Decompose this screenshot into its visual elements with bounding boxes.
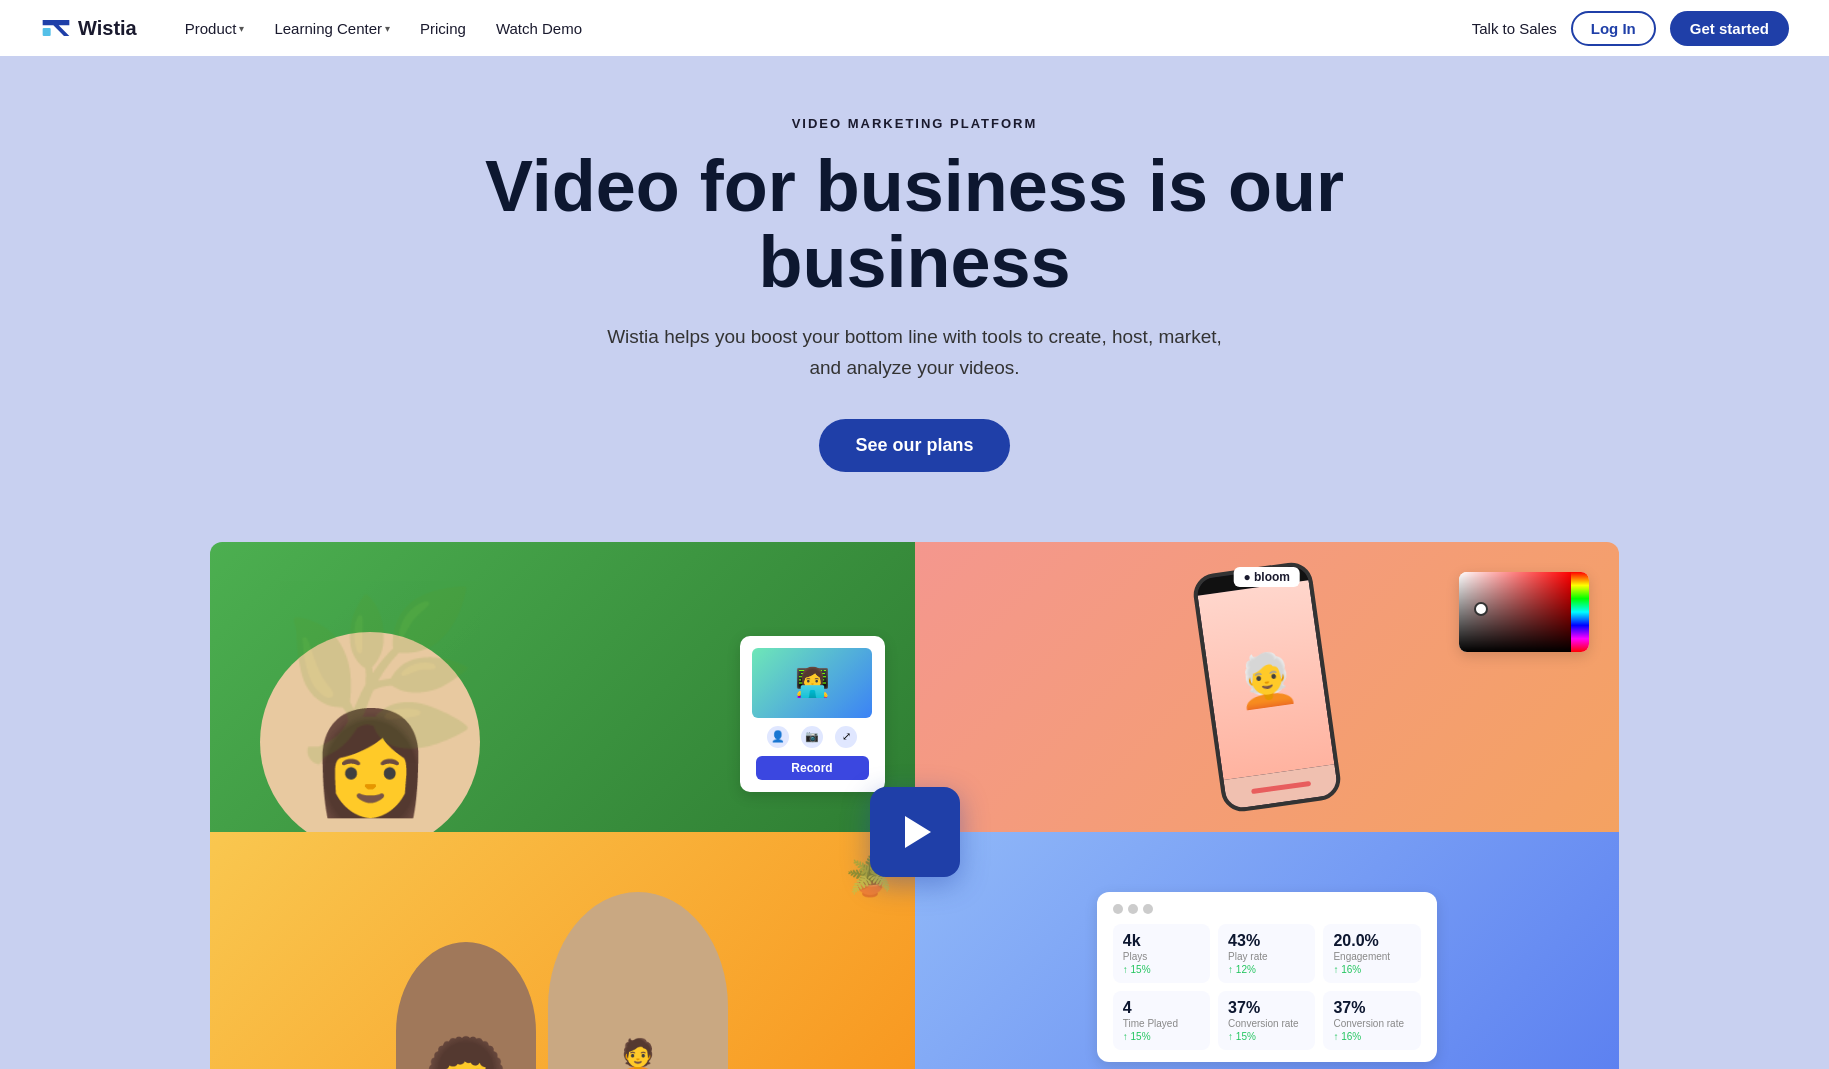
person-left: 👩‍🦱 bbox=[396, 942, 536, 1069]
window-dot-3 bbox=[1143, 904, 1153, 914]
analytics-grid: 4k Plays ↑ 15% 43% Play rate ↑ 12% 20.0%… bbox=[1113, 924, 1421, 1050]
stat-engagement-label: Engagement bbox=[1333, 951, 1410, 962]
stat-timeplayed-value: 4 bbox=[1123, 999, 1200, 1017]
person-circle: 👩 bbox=[260, 632, 480, 832]
stat-playrate: 43% Play rate ↑ 12% bbox=[1218, 924, 1315, 983]
nav-watch-demo[interactable]: Watch Demo bbox=[484, 12, 594, 45]
nav-pricing[interactable]: Pricing bbox=[408, 12, 478, 45]
expand-icon-btn[interactable]: ⤢ bbox=[835, 726, 857, 748]
hero-title: Video for business is our business bbox=[465, 149, 1365, 300]
stat-convrate1-change: ↑ 15% bbox=[1228, 1031, 1305, 1042]
stat-convrate1-value: 37% bbox=[1228, 999, 1305, 1017]
phone-body: 🧑‍🦳 bbox=[1191, 560, 1343, 814]
stat-timeplayed: 4 Time Played ↑ 15% bbox=[1113, 991, 1210, 1050]
chevron-down-icon: ▾ bbox=[239, 23, 244, 34]
play-button[interactable] bbox=[870, 787, 960, 877]
person-left-icon: 👩‍🦱 bbox=[416, 1042, 516, 1069]
window-dot-2 bbox=[1128, 904, 1138, 914]
logo-text: Wistia bbox=[78, 17, 137, 40]
collage-cell-topleft: 👩 🌿 👩‍💻 👤 📷 ⤢ Record bbox=[210, 542, 915, 832]
stat-plays-value: 4k bbox=[1123, 932, 1200, 950]
stat-playrate-label: Play rate bbox=[1228, 951, 1305, 962]
stat-plays-label: Plays bbox=[1123, 951, 1200, 962]
window-dot-1 bbox=[1113, 904, 1123, 914]
person-right: 🧍 bbox=[548, 892, 728, 1069]
people-scene: 👩‍🦱 🧍 bbox=[210, 832, 915, 1069]
stat-convrate2: 37% Conversion rate ↑ 16% bbox=[1323, 991, 1420, 1050]
chevron-down-icon: ▾ bbox=[385, 23, 390, 34]
logo[interactable]: Wistia bbox=[40, 17, 137, 40]
stat-timeplayed-label: Time Played bbox=[1123, 1018, 1200, 1029]
stat-plays-change: ↑ 15% bbox=[1123, 964, 1200, 975]
person-icon-btn[interactable]: 👤 bbox=[767, 726, 789, 748]
talk-to-sales-link[interactable]: Talk to Sales bbox=[1472, 20, 1557, 37]
record-button[interactable]: Record bbox=[756, 756, 869, 780]
nav-product[interactable]: Product ▾ bbox=[173, 12, 257, 45]
preview-person-icon: 👩‍💻 bbox=[795, 666, 830, 699]
collage-cell-topright: 🧑‍🦳 ● bloom bbox=[915, 542, 1620, 832]
person-right-icon: 🧍 bbox=[588, 1042, 688, 1069]
stat-timeplayed-change: ↑ 15% bbox=[1123, 1031, 1200, 1042]
svg-rect-0 bbox=[43, 28, 51, 36]
hero-eyebrow: VIDEO MARKETING PLATFORM bbox=[20, 116, 1809, 131]
get-started-button[interactable]: Get started bbox=[1670, 11, 1789, 46]
record-preview: 👩‍💻 bbox=[752, 648, 872, 718]
collage-cell-bottomright: 4k Plays ↑ 15% 43% Play rate ↑ 12% 20.0%… bbox=[915, 832, 1620, 1069]
phone-mockup: 🧑‍🦳 ● bloom bbox=[1167, 557, 1367, 817]
stat-engagement: 20.0% Engagement ↑ 16% bbox=[1323, 924, 1420, 983]
see-plans-button[interactable]: See our plans bbox=[819, 419, 1009, 472]
stat-convrate1: 37% Conversion rate ↑ 15% bbox=[1218, 991, 1315, 1050]
stat-plays: 4k Plays ↑ 15% bbox=[1113, 924, 1210, 983]
login-button[interactable]: Log In bbox=[1571, 11, 1656, 46]
nav-links: Product ▾ Learning Center ▾ Pricing Watc… bbox=[173, 12, 1472, 45]
play-triangle-icon bbox=[905, 816, 931, 848]
window-dots bbox=[1113, 904, 1421, 914]
stat-engagement-change: ↑ 16% bbox=[1333, 964, 1410, 975]
stat-engagement-value: 20.0% bbox=[1333, 932, 1410, 950]
stat-convrate2-change: ↑ 16% bbox=[1333, 1031, 1410, 1042]
hero-section: VIDEO MARKETING PLATFORM Video for busin… bbox=[0, 56, 1829, 512]
analytics-card: 4k Plays ↑ 15% 43% Play rate ↑ 12% 20.0%… bbox=[1097, 892, 1437, 1062]
bloom-label: ● bloom bbox=[1233, 567, 1300, 587]
stat-playrate-value: 43% bbox=[1228, 932, 1305, 950]
color-picker[interactable] bbox=[1459, 572, 1589, 652]
stat-convrate1-label: Conversion rate bbox=[1228, 1018, 1305, 1029]
nav-actions: Talk to Sales Log In Get started bbox=[1472, 11, 1789, 46]
camera-icon-btn[interactable]: 📷 bbox=[801, 726, 823, 748]
color-gradient bbox=[1459, 572, 1571, 652]
color-hue-slider[interactable] bbox=[1571, 572, 1589, 652]
phone-person-icon: 🧑‍🦳 bbox=[1231, 647, 1300, 713]
stat-convrate2-label: Conversion rate bbox=[1333, 1018, 1410, 1029]
nav-learning-center[interactable]: Learning Center ▾ bbox=[262, 12, 402, 45]
collage-grid: 👩 🌿 👩‍💻 👤 📷 ⤢ Record 🧑‍ bbox=[210, 542, 1619, 1069]
color-picker-dot[interactable] bbox=[1476, 604, 1486, 614]
person-icon: 👩 bbox=[308, 712, 433, 812]
collage-cell-bottomleft: 👩‍🦱 🧍 🪴 bbox=[210, 832, 915, 1069]
hero-subtitle: Wistia helps you boost your bottom line … bbox=[595, 322, 1235, 383]
stat-playrate-change: ↑ 12% bbox=[1228, 964, 1305, 975]
phone-screen: 🧑‍🦳 bbox=[1197, 580, 1334, 780]
record-card: 👩‍💻 👤 📷 ⤢ Record bbox=[740, 636, 885, 792]
navbar: Wistia Product ▾ Learning Center ▾ Prici… bbox=[0, 0, 1829, 56]
stat-convrate2-value: 37% bbox=[1333, 999, 1410, 1017]
record-icon-row: 👤 📷 ⤢ bbox=[767, 726, 857, 748]
